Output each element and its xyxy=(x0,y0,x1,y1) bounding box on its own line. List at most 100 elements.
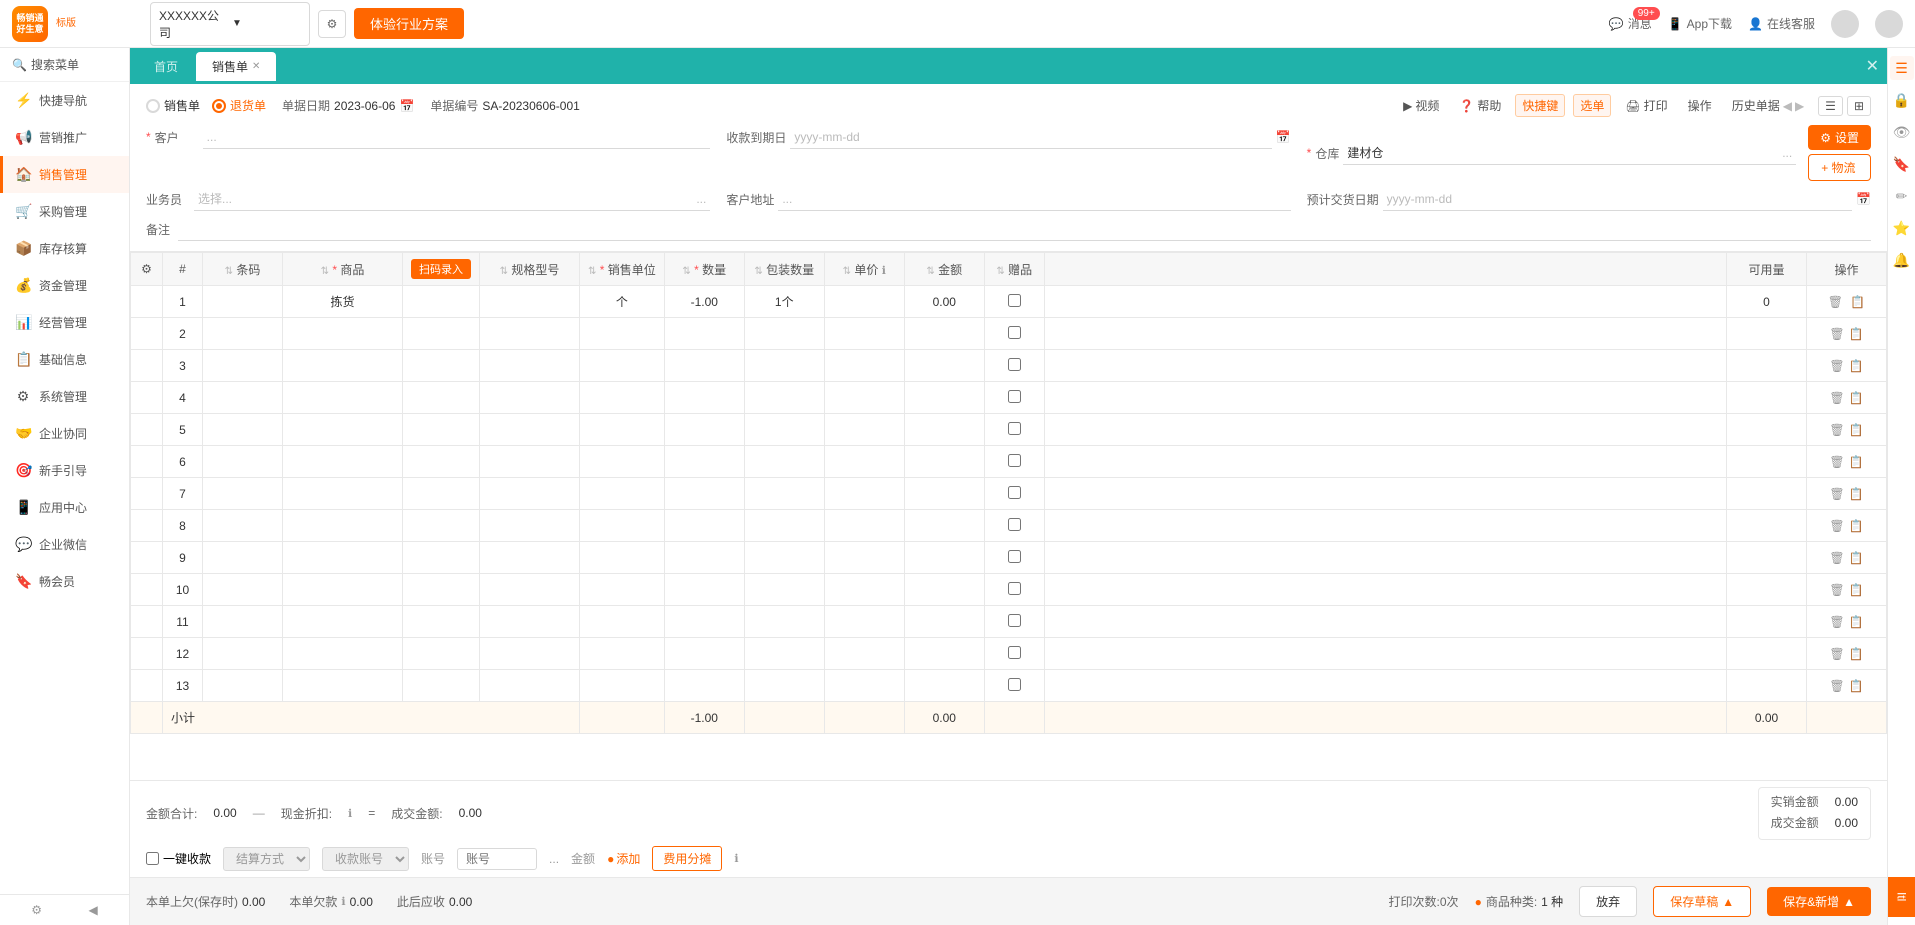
gift-checkbox[interactable] xyxy=(1008,454,1021,467)
customer-input[interactable]: ... xyxy=(203,125,711,149)
copy-icon[interactable]: 📋 xyxy=(1849,391,1864,405)
sidebar-item-enterprise[interactable]: 🤝 企业协同 xyxy=(0,415,129,452)
sidebar-item-guide[interactable]: 🎯 新手引导 xyxy=(0,452,129,489)
history-btn[interactable]: 历史单据 ◀ ▶ xyxy=(1726,95,1810,116)
sidebar-item-system[interactable]: ⚙ 系统管理 xyxy=(0,378,129,415)
trial-button[interactable]: 体验行业方案 xyxy=(354,8,464,39)
delete-icon[interactable]: 🗑 xyxy=(1829,551,1844,565)
user-avatar2[interactable] xyxy=(1875,10,1903,38)
sidebar-collapse-icon[interactable]: ◀ xyxy=(89,903,98,917)
add-button[interactable]: ● 添加 xyxy=(607,850,640,867)
gift-checkbox[interactable] xyxy=(1008,646,1021,659)
salesman-input[interactable]: 选择... ... xyxy=(194,187,710,211)
copy-icon[interactable]: 📋 xyxy=(1849,519,1864,533)
copy-icon[interactable]: 📋 xyxy=(1849,455,1864,469)
th-gear[interactable]: ⚙ xyxy=(131,253,163,286)
th-qty[interactable]: ⇅ * 数量 xyxy=(664,253,744,286)
due-date-calendar-icon[interactable]: 📅 xyxy=(1276,130,1291,144)
operation-btn[interactable]: 操作 xyxy=(1682,95,1718,116)
copy-icon[interactable]: 📋 xyxy=(1849,327,1864,341)
gift-checkbox[interactable] xyxy=(1008,550,1021,563)
message-button[interactable]: 💬 消息 99+ xyxy=(1609,15,1652,32)
delete-icon[interactable]: 🗑 xyxy=(1829,391,1844,405)
gift-checkbox[interactable] xyxy=(1008,678,1021,691)
customer-dots[interactable]: ... xyxy=(207,130,217,144)
dots-account[interactable]: ... xyxy=(549,852,559,866)
copy-icon[interactable]: 📋 xyxy=(1850,295,1865,309)
one-click-checkbox[interactable] xyxy=(146,852,159,865)
th-gift[interactable]: ⇅ 赠品 xyxy=(984,253,1044,286)
sidebar-settings-icon[interactable]: ⚙ xyxy=(31,903,42,917)
calendar-icon[interactable]: 📅 xyxy=(399,99,414,113)
copy-icon[interactable]: 📋 xyxy=(1849,487,1864,501)
customer-addr-input[interactable]: ... xyxy=(778,187,1290,211)
delete-icon[interactable]: 🗑 xyxy=(1829,583,1844,597)
sidebar-item-member[interactable]: 🔖 畅会员 xyxy=(0,563,129,600)
th-spec[interactable]: ⇅ 规格型号 xyxy=(480,253,580,286)
scan-button[interactable]: 扫码录入 xyxy=(411,259,471,279)
row-barcode[interactable] xyxy=(203,286,283,318)
logistics-btn[interactable]: + 物流 xyxy=(1808,154,1871,181)
tab-home[interactable]: 首页 xyxy=(138,52,194,81)
right-panel-list-icon[interactable]: ☰ xyxy=(1890,56,1914,80)
settings-gear-button[interactable]: ⚙ xyxy=(318,10,346,38)
sidebar-item-finance[interactable]: 💰 资金管理 xyxy=(0,267,129,304)
row-spec[interactable] xyxy=(480,286,580,318)
row-product[interactable]: 拣货 xyxy=(283,286,403,318)
delete-icon[interactable]: 🗑 xyxy=(1829,615,1844,629)
gift-checkbox[interactable] xyxy=(1008,294,1021,307)
gift-checkbox[interactable] xyxy=(1008,582,1021,595)
delete-icon[interactable]: 🗑 xyxy=(1828,295,1843,309)
view-grid-btn[interactable]: ⊞ xyxy=(1847,96,1871,116)
th-barcode[interactable]: ⇅ 条码 xyxy=(203,253,283,286)
delete-icon[interactable]: 🗑 xyxy=(1829,519,1844,533)
radio-sales-order[interactable]: 销售单 xyxy=(146,97,200,114)
tab-sales-order[interactable]: 销售单 ✕ xyxy=(196,52,276,81)
expense-tab-button[interactable]: 费用分摊 xyxy=(652,846,722,871)
gift-checkbox[interactable] xyxy=(1008,614,1021,627)
view-list-btn[interactable]: ☰ xyxy=(1818,96,1843,116)
gift-checkbox[interactable] xyxy=(1008,518,1021,531)
row-unit[interactable]: 个 xyxy=(580,286,665,318)
settle-method-select[interactable]: 结算方式 xyxy=(223,847,310,871)
company-selector[interactable]: XXXXXX公司 ▼ xyxy=(150,2,310,46)
sidebar-item-purchase[interactable]: 🛒 采购管理 xyxy=(0,193,129,230)
save-draft-button[interactable]: 保存草稿 ▲ xyxy=(1653,886,1751,917)
close-button[interactable]: ✕ xyxy=(1866,56,1879,76)
print-btn[interactable]: 🖨 打印 xyxy=(1619,95,1673,116)
one-click-payment-checkbox[interactable]: 一键收款 xyxy=(146,850,211,867)
account-input[interactable] xyxy=(457,848,537,870)
radio-return-order[interactable]: 退货单 xyxy=(212,97,266,114)
discount-info-icon[interactable]: ℹ xyxy=(348,807,352,820)
save-new-button[interactable]: 保存&新增 ▲ xyxy=(1767,887,1871,916)
right-panel-bell-icon[interactable]: 🔔 xyxy=(1890,248,1914,272)
history-arrow-right[interactable]: ▶ xyxy=(1795,99,1804,113)
abandon-button[interactable]: 放弃 xyxy=(1579,886,1637,917)
sidebar-item-inventory[interactable]: 📦 库存核算 xyxy=(0,230,129,267)
delete-icon[interactable]: 🗑 xyxy=(1829,455,1844,469)
delete-icon[interactable]: 🗑 xyxy=(1829,327,1844,341)
right-panel-lock-icon[interactable]: 🔒 xyxy=(1890,88,1914,112)
gift-checkbox[interactable] xyxy=(1008,390,1021,403)
shortcut-btn[interactable]: 快捷键 xyxy=(1515,94,1565,117)
settle-account-select[interactable]: 收款账号 xyxy=(322,847,409,871)
sidebar-item-wechat[interactable]: 💬 企业微信 xyxy=(0,526,129,563)
history-arrow-left[interactable]: ◀ xyxy=(1783,99,1792,113)
row-pack[interactable]: 1个 xyxy=(744,286,824,318)
copy-icon[interactable]: 📋 xyxy=(1849,679,1864,693)
tab-close-icon[interactable]: ✕ xyxy=(252,61,260,72)
row-gift[interactable] xyxy=(984,286,1044,318)
delete-icon[interactable]: 🗑 xyxy=(1829,679,1844,693)
th-amount[interactable]: ⇅ 金额 xyxy=(904,253,984,286)
right-panel-star-icon[interactable]: ⭐ xyxy=(1890,216,1914,240)
gift-checkbox[interactable] xyxy=(1008,422,1021,435)
sidebar-item-app-center[interactable]: 📱 应用中心 xyxy=(0,489,129,526)
expense-info-icon[interactable]: ℹ xyxy=(734,852,738,865)
price-info-icon[interactable]: ℹ xyxy=(882,265,886,277)
warehouse-dots[interactable]: ... xyxy=(1782,146,1792,160)
gift-checkbox[interactable] xyxy=(1008,326,1021,339)
row-amount[interactable]: 0.00 xyxy=(904,286,984,318)
notes-input[interactable] xyxy=(178,217,1871,241)
sidebar-search[interactable]: 🔍 搜索菜单 xyxy=(0,48,129,82)
row-qty[interactable]: -1.00 xyxy=(664,286,744,318)
